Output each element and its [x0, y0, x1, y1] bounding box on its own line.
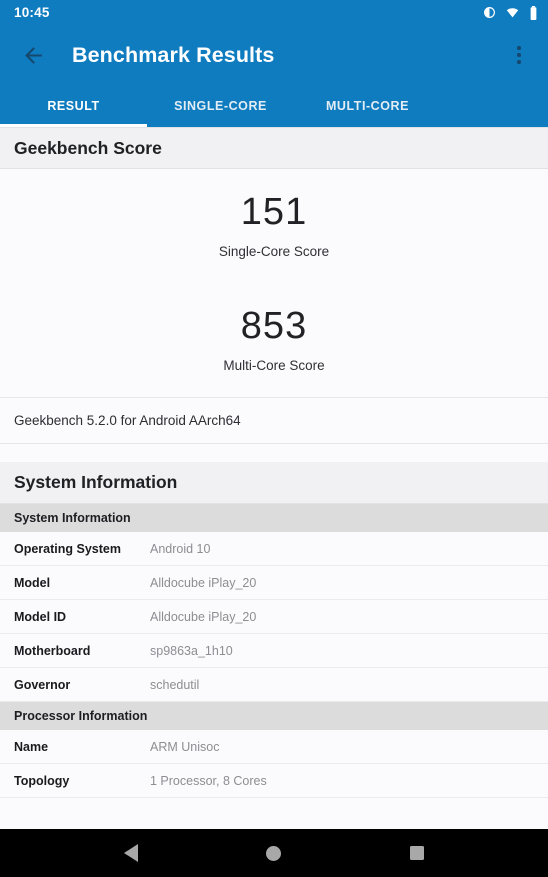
row-label: Topology [14, 773, 70, 788]
tab-bar: RESULT SINGLE-CORE MULTI-CORE [0, 85, 548, 127]
table-row: Topology 1 Processor, 8 Cores [0, 764, 548, 798]
single-core-score-value: 151 [240, 191, 308, 234]
geekbench-score-heading: Geekbench Score [0, 127, 548, 169]
row-label: Name [14, 739, 49, 754]
row-value: 1 Processor, 8 Cores [150, 773, 267, 788]
content-scroll-area[interactable]: Geekbench Score 151 Single-Core Score 85… [0, 127, 548, 829]
row-label: Governor [14, 677, 71, 692]
tab-multi-core[interactable]: MULTI-CORE [294, 85, 441, 127]
multi-core-score-block: 853 Multi-Core Score [0, 283, 548, 397]
multi-core-score-value: 853 [240, 305, 308, 348]
table-row: Motherboard sp9863a_1h10 [0, 634, 548, 668]
app-bar: Benchmark Results [0, 25, 548, 85]
row-value: ARM Unisoc [150, 739, 220, 754]
contrast-icon [483, 6, 496, 19]
status-bar: 10:45 [0, 0, 548, 25]
table-row: Operating System Android 10 [0, 532, 548, 566]
row-label: Model ID [14, 609, 67, 624]
row-value: Alldocube iPlay_20 [150, 575, 257, 590]
single-core-score-label: Single-Core Score [218, 243, 330, 259]
row-value: Android 10 [150, 541, 211, 556]
nav-recents-icon[interactable] [393, 829, 441, 877]
row-label: Operating System [14, 541, 121, 556]
table-row: Model Alldocube iPlay_20 [0, 566, 548, 600]
table-row: Model ID Alldocube iPlay_20 [0, 600, 548, 634]
nav-home-icon[interactable] [250, 829, 298, 877]
tab-single-core[interactable]: SINGLE-CORE [147, 85, 294, 127]
row-label: Model [14, 575, 51, 590]
table-row: Governor schedutil [0, 668, 548, 702]
android-navigation-bar [0, 829, 548, 877]
tab-result[interactable]: RESULT [0, 85, 147, 127]
table-group-header-processor: Processor Information [0, 702, 548, 730]
row-value: schedutil [150, 677, 200, 692]
geekbench-version-row: Geekbench 5.2.0 for Android AArch64 [0, 397, 548, 444]
battery-icon [529, 5, 538, 20]
section-spacer [0, 444, 548, 462]
app-window: 10:45 Benchmark Results RESULT SINGLE-CO… [0, 0, 548, 877]
wifi-icon [505, 6, 520, 19]
row-value: sp9863a_1h10 [150, 643, 233, 658]
row-value: Alldocube iPlay_20 [150, 609, 257, 624]
overflow-menu-icon[interactable] [504, 38, 534, 72]
nav-back-icon[interactable] [107, 829, 155, 877]
overflow-dot [517, 53, 521, 57]
overflow-dot [517, 60, 521, 64]
system-information-heading: System Information [0, 462, 548, 504]
table-row: Name ARM Unisoc [0, 730, 548, 764]
status-icon-group [483, 5, 538, 20]
status-clock: 10:45 [14, 5, 50, 20]
single-core-score-block: 151 Single-Core Score [0, 169, 548, 283]
table-group-header-system: System Information [0, 504, 548, 532]
multi-core-score-label: Multi-Core Score [223, 357, 325, 373]
back-arrow-icon[interactable] [18, 40, 48, 70]
overflow-dot [517, 46, 521, 50]
row-label: Motherboard [14, 643, 91, 658]
page-title: Benchmark Results [72, 42, 275, 67]
